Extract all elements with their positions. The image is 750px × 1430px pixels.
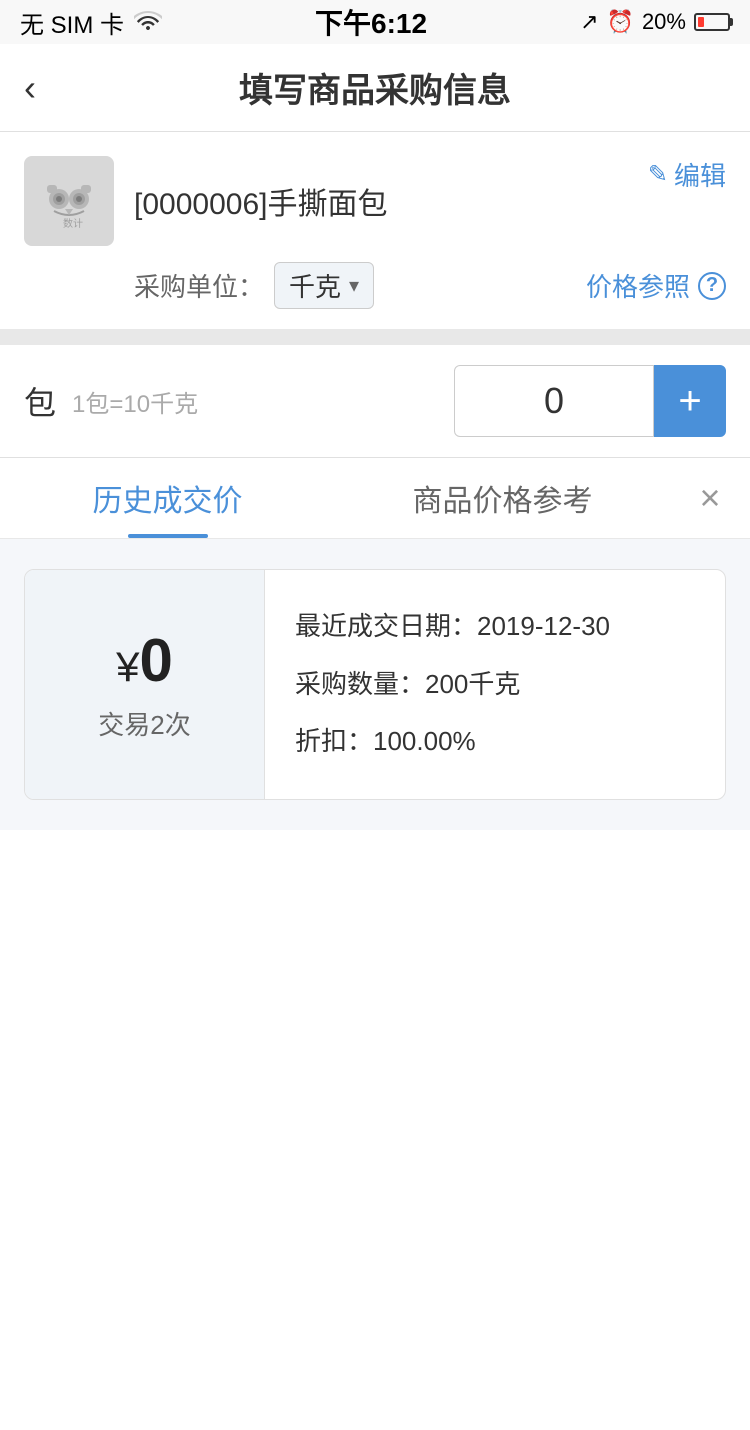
yen-symbol: ¥	[116, 643, 139, 690]
tabs-section: 历史成交价 商品价格参考 × ¥0 交易2次 最近成交日期：2019-12-30	[0, 457, 750, 830]
unit-value: 千克	[289, 267, 341, 304]
purchase-qty-label: 采购数量：	[295, 669, 425, 699]
page-title: 填写商品采购信息	[239, 63, 511, 112]
tabs-header: 历史成交价 商品价格参考 ×	[0, 458, 750, 539]
price-amount: ¥0	[116, 626, 173, 695]
tab2-label: 商品价格参考	[413, 476, 593, 520]
price-card-area: ¥0 交易2次 最近成交日期：2019-12-30 采购数量：200千克 折扣：…	[0, 539, 750, 830]
battery-percent: 20%	[642, 9, 686, 35]
tab-history-price[interactable]: 历史成交价	[0, 458, 335, 538]
trade-count: 交易2次	[98, 705, 190, 742]
unit-conversion-label: 1包=10千克	[72, 384, 198, 419]
battery-icon	[694, 13, 730, 31]
back-button[interactable]: ‹	[24, 67, 36, 109]
status-bar: 无 SIM 卡 下午6:12 ↗ ⏰ 20%	[0, 0, 750, 44]
section-divider	[0, 329, 750, 345]
product-unit-row: 采购单位： 千克 ▾ 价格参照 ?	[24, 262, 726, 309]
tab-active-indicator	[128, 534, 208, 538]
dropdown-arrow-icon: ▾	[349, 273, 359, 298]
product-section: 数计 [0000006]手撕面包 ✎ 编辑 采购单位： 千克 ▾ 价格参照 ?	[0, 132, 750, 329]
quantity-plus-button[interactable]: +	[654, 365, 726, 437]
unit-select-dropdown[interactable]: 千克 ▾	[274, 262, 374, 309]
purchase-qty-row: 采购数量：200千克	[295, 664, 695, 706]
quantity-left: 包 1包=10千克	[24, 378, 198, 424]
price-ref-label: 价格参照	[586, 267, 690, 304]
status-time: 下午6:12	[315, 2, 427, 42]
product-header: 数计 [0000006]手撕面包 ✎ 编辑	[24, 156, 726, 246]
price-value: 0	[139, 627, 172, 694]
tab1-label: 历史成交价	[93, 476, 243, 520]
recent-date-value: 2019-12-30	[477, 611, 610, 641]
price-right-panel: 最近成交日期：2019-12-30 采购数量：200千克 折扣：100.00%	[265, 570, 725, 799]
network-label: 无 SIM 卡	[20, 5, 124, 40]
close-icon: ×	[699, 477, 720, 519]
svg-text:数计: 数计	[63, 217, 83, 230]
price-card: ¥0 交易2次 最近成交日期：2019-12-30 采购数量：200千克 折扣：…	[24, 569, 726, 800]
discount-label: 折扣：	[295, 726, 373, 756]
price-reference-button[interactable]: 价格参照 ?	[586, 267, 726, 304]
tab-product-price-ref[interactable]: 商品价格参考	[335, 458, 670, 538]
edit-label: 编辑	[674, 156, 726, 193]
product-left: 数计 [0000006]手撕面包	[24, 156, 387, 246]
product-thumbnail: 数计	[24, 156, 114, 246]
plus-icon: +	[678, 379, 701, 424]
recent-date-row: 最近成交日期：2019-12-30	[295, 606, 695, 648]
edit-button[interactable]: ✎ 编辑	[648, 156, 726, 193]
unit-label: 采购单位：	[134, 267, 264, 304]
price-left-panel: ¥0 交易2次	[25, 570, 265, 799]
tab-close-button[interactable]: ×	[670, 458, 750, 538]
main-content-empty	[0, 830, 750, 1430]
status-left: 无 SIM 卡	[20, 5, 162, 40]
recent-date-label: 最近成交日期：	[295, 611, 477, 641]
wifi-icon	[134, 8, 162, 37]
quantity-input-wrapper: +	[454, 365, 726, 437]
status-right: ↗ ⏰ 20%	[580, 9, 730, 35]
discount-row: 折扣：100.00%	[295, 721, 695, 763]
quantity-section: 包 1包=10千克 +	[0, 345, 750, 457]
edit-icon: ✎	[648, 160, 668, 189]
help-icon: ?	[698, 272, 726, 300]
purchase-qty-value: 200千克	[425, 669, 520, 699]
nav-bar: ‹ 填写商品采购信息	[0, 44, 750, 132]
gps-icon: ↗	[580, 9, 598, 35]
quantity-input[interactable]	[454, 365, 654, 437]
alarm-icon: ⏰	[607, 9, 634, 35]
quantity-unit-label: 包	[24, 378, 56, 424]
discount-value: 100.00%	[373, 726, 476, 756]
product-name: [0000006]手撕面包	[134, 179, 387, 223]
